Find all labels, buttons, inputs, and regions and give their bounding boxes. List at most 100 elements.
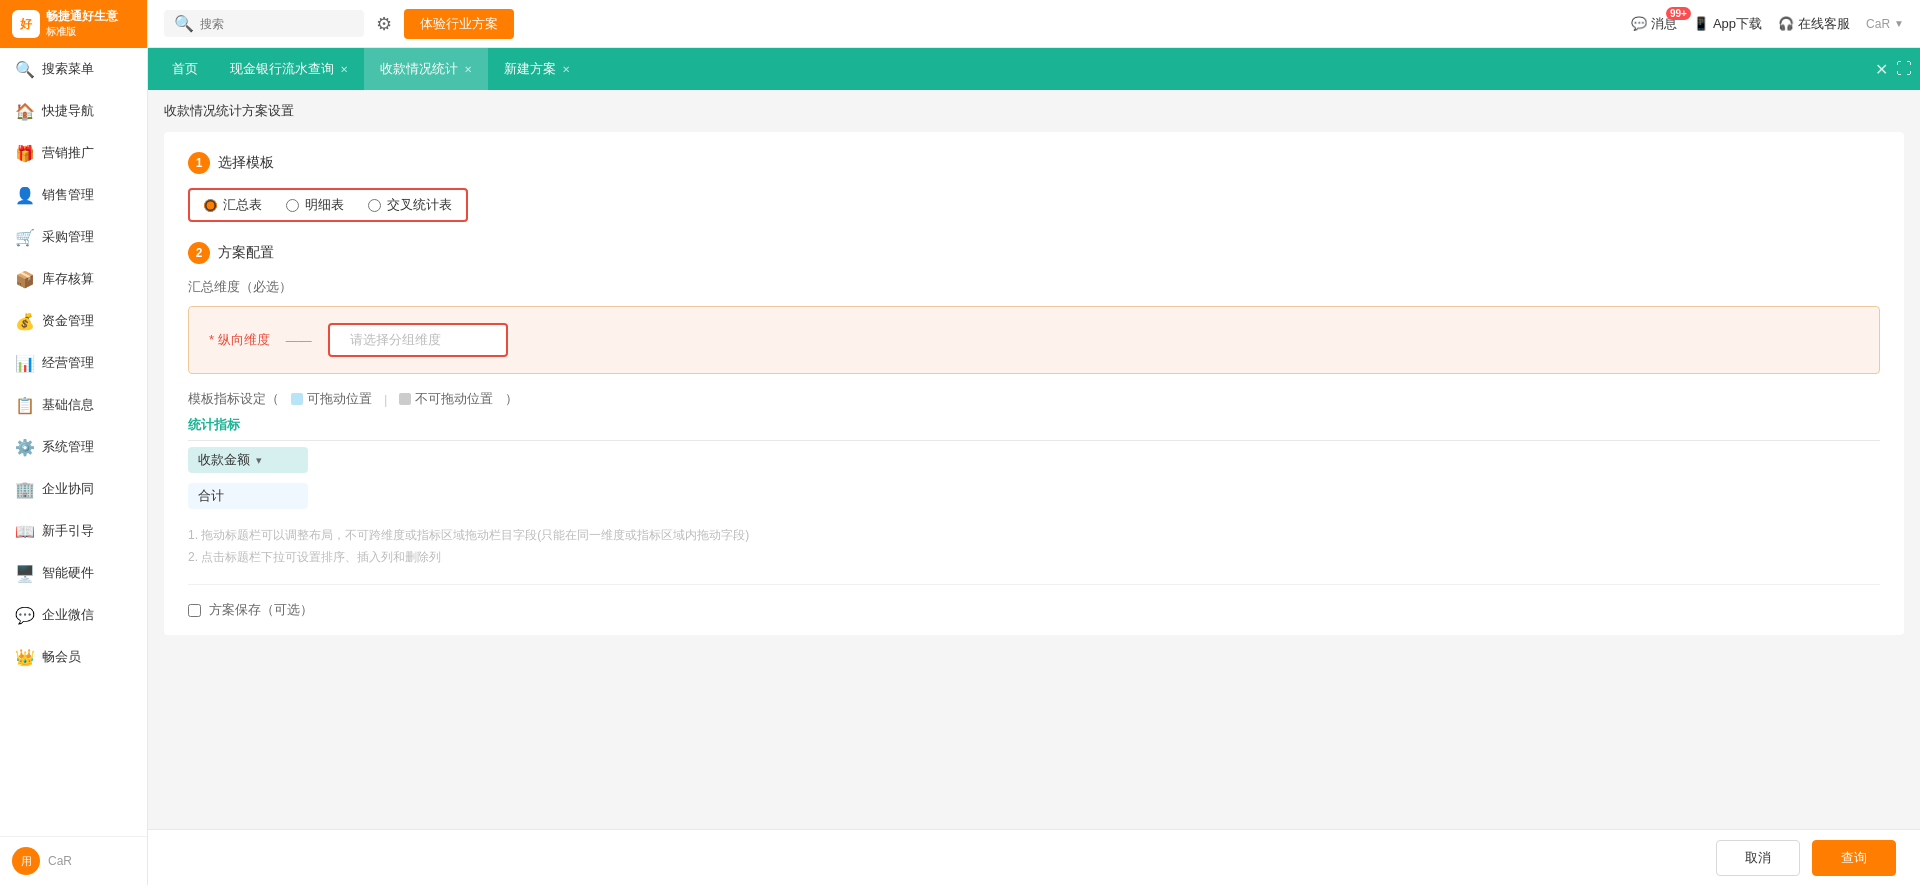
tab-bank-flow[interactable]: 现金银行流水查询 ✕ [214,48,364,90]
search-box[interactable]: 🔍 [164,10,364,37]
vertical-dim-row: * 纵向维度 —— 请选择分组维度 [209,323,1859,357]
sidebar-label-hardware: 智能硬件 [42,564,94,582]
metric-tag-dropdown-icon[interactable]: ▾ [256,454,262,467]
sidebar-item-quick-nav[interactable]: 🏠 快捷导航 [0,90,147,132]
save-checkbox[interactable] [188,604,201,617]
step1-section: 1 选择模板 汇总表 明细表 交叉统计表 [188,152,1880,222]
message-btn[interactable]: 💬 消息 99+ [1631,15,1677,33]
fixed-dot [399,393,411,405]
basics-icon: 📋 [16,396,34,414]
online-service-btn[interactable]: 🎧 在线客服 [1778,15,1850,33]
step2-header: 2 方案配置 [188,242,1880,264]
maximize-icon[interactable]: ⛶ [1896,60,1912,78]
radio-cross[interactable]: 交叉统计表 [368,196,452,214]
settings-card: 1 选择模板 汇总表 明细表 交叉统计表 [164,132,1904,635]
sidebar-item-member[interactable]: 👑 畅会员 [0,636,147,678]
sidebar-label-inventory: 库存核算 [42,270,94,288]
metrics-header: 模板指标设定（ 可拖动位置 | 不可拖动位置 ） [188,390,1880,408]
sidebar-item-guide[interactable]: 📖 新手引导 [0,510,147,552]
tab-home[interactable]: 首页 [156,48,214,90]
sidebar-label-marketing: 营销推广 [42,144,94,162]
cancel-button[interactable]: 取消 [1716,840,1800,876]
sidebar-item-marketing[interactable]: 🎁 营销推广 [0,132,147,174]
sales-icon: 👤 [16,186,34,204]
sidebar-item-system[interactable]: ⚙️ 系统管理 [0,426,147,468]
tab-new-plan-label: 新建方案 [504,60,556,78]
logo-icon: 好 [12,10,40,38]
metrics-section: 模板指标设定（ 可拖动位置 | 不可拖动位置 ） 统计指标 [188,390,1880,509]
step2-number: 2 [188,242,210,264]
search-icon: 🔍 [174,14,194,33]
sidebar-item-enterprise[interactable]: 🏢 企业协同 [0,468,147,510]
vertical-dim-label: * 纵向维度 [209,331,270,349]
query-button[interactable]: 查询 [1812,840,1896,876]
sidebar-item-finance[interactable]: 💰 资金管理 [0,300,147,342]
radio-summary[interactable]: 汇总表 [204,196,262,214]
tab-receipt-stats-label: 收款情况统计 [380,60,458,78]
message-count: 99+ [1666,7,1691,20]
user-info[interactable]: CaR ▼ [1866,17,1904,31]
online-service-label: 在线客服 [1798,15,1850,33]
sidebar-label-member: 畅会员 [42,648,81,666]
template-radio-group: 汇总表 明细表 交叉统计表 [188,188,468,222]
search-input[interactable] [200,17,340,31]
metric-tag-label: 收款金额 [198,451,250,469]
radio-summary-label: 汇总表 [223,196,262,214]
sidebar-label-operations: 经营管理 [42,354,94,372]
metrics-title-text: 模板指标设定（ [188,390,279,408]
sidebar-item-search-menu[interactable]: 🔍 搜索菜单 [0,48,147,90]
tab-receipt-stats-close[interactable]: ✕ [464,64,472,75]
sidebar-item-hardware[interactable]: 🖥️ 智能硬件 [0,552,147,594]
message-icon: 💬 [1631,16,1647,31]
dimension-area: * 纵向维度 —— 请选择分组维度 [188,306,1880,374]
close-all-icon[interactable]: ✕ [1875,60,1888,79]
tab-receipt-stats[interactable]: 收款情况统计 ✕ [364,48,488,90]
app-download-btn[interactable]: 📱 App下载 [1693,15,1762,33]
sidebar-bottom: 用 CaR [0,836,147,885]
user-avatar: 用 [12,847,40,875]
tab-bank-flow-close[interactable]: ✕ [340,64,348,75]
quick-nav-icon: 🏠 [16,102,34,120]
tab-bank-flow-label: 现金银行流水查询 [230,60,334,78]
member-icon: 👑 [16,648,34,666]
app-logo: 好 畅捷通好生意 标准版 [0,0,147,48]
tip2-text: 2. 点击标题栏下拉可设置排序、插入列和删除列 [188,547,1880,569]
app-name: 畅捷通好生意 [46,9,118,25]
radio-detail-input[interactable] [286,199,299,212]
step2-title: 方案配置 [218,244,274,262]
purchase-icon: 🛒 [16,228,34,246]
sidebar-item-wechat[interactable]: 💬 企业微信 [0,594,147,636]
sidebar-item-operations[interactable]: 📊 经营管理 [0,342,147,384]
dim-selector[interactable]: 请选择分组维度 [328,323,508,357]
sidebar-item-purchase[interactable]: 🛒 采购管理 [0,216,147,258]
step1-header: 1 选择模板 [188,152,1880,174]
tab-new-plan-close[interactable]: ✕ [562,64,570,75]
fixed-label: 不可拖动位置 [415,390,493,408]
tab-home-label: 首页 [172,60,198,78]
sidebar-item-sales[interactable]: 👤 销售管理 [0,174,147,216]
trial-btn[interactable]: 体验行业方案 [404,9,514,39]
metric-tag-amount[interactable]: 收款金额 ▾ [188,447,308,473]
sidebar-label-system: 系统管理 [42,438,94,456]
radio-summary-input[interactable] [204,199,217,212]
marketing-icon: 🎁 [16,144,34,162]
sidebar-label-purchase: 采购管理 [42,228,94,246]
sidebar-label-quick-nav: 快捷导航 [42,102,94,120]
radio-cross-input[interactable] [368,199,381,212]
sidebar-item-inventory[interactable]: 📦 库存核算 [0,258,147,300]
finance-icon: 💰 [16,312,34,330]
metric-summary: 合计 [188,483,308,509]
user-name-topbar: CaR [1866,17,1890,31]
nav-tabs-controls: ✕ ⛶ [1875,60,1912,79]
download-icon: 📱 [1693,16,1709,31]
radio-detail[interactable]: 明细表 [286,196,344,214]
movable-label: 可拖动位置 [307,390,372,408]
gear-icon[interactable]: ⚙ [376,13,392,35]
tab-new-plan[interactable]: 新建方案 ✕ [488,48,586,90]
save-row: 方案保存（可选） [188,601,1880,619]
step1-number: 1 [188,152,210,174]
save-label: 方案保存（可选） [209,601,313,619]
divider [188,584,1880,585]
radio-cross-label: 交叉统计表 [387,196,452,214]
sidebar-item-basics[interactable]: 📋 基础信息 [0,384,147,426]
